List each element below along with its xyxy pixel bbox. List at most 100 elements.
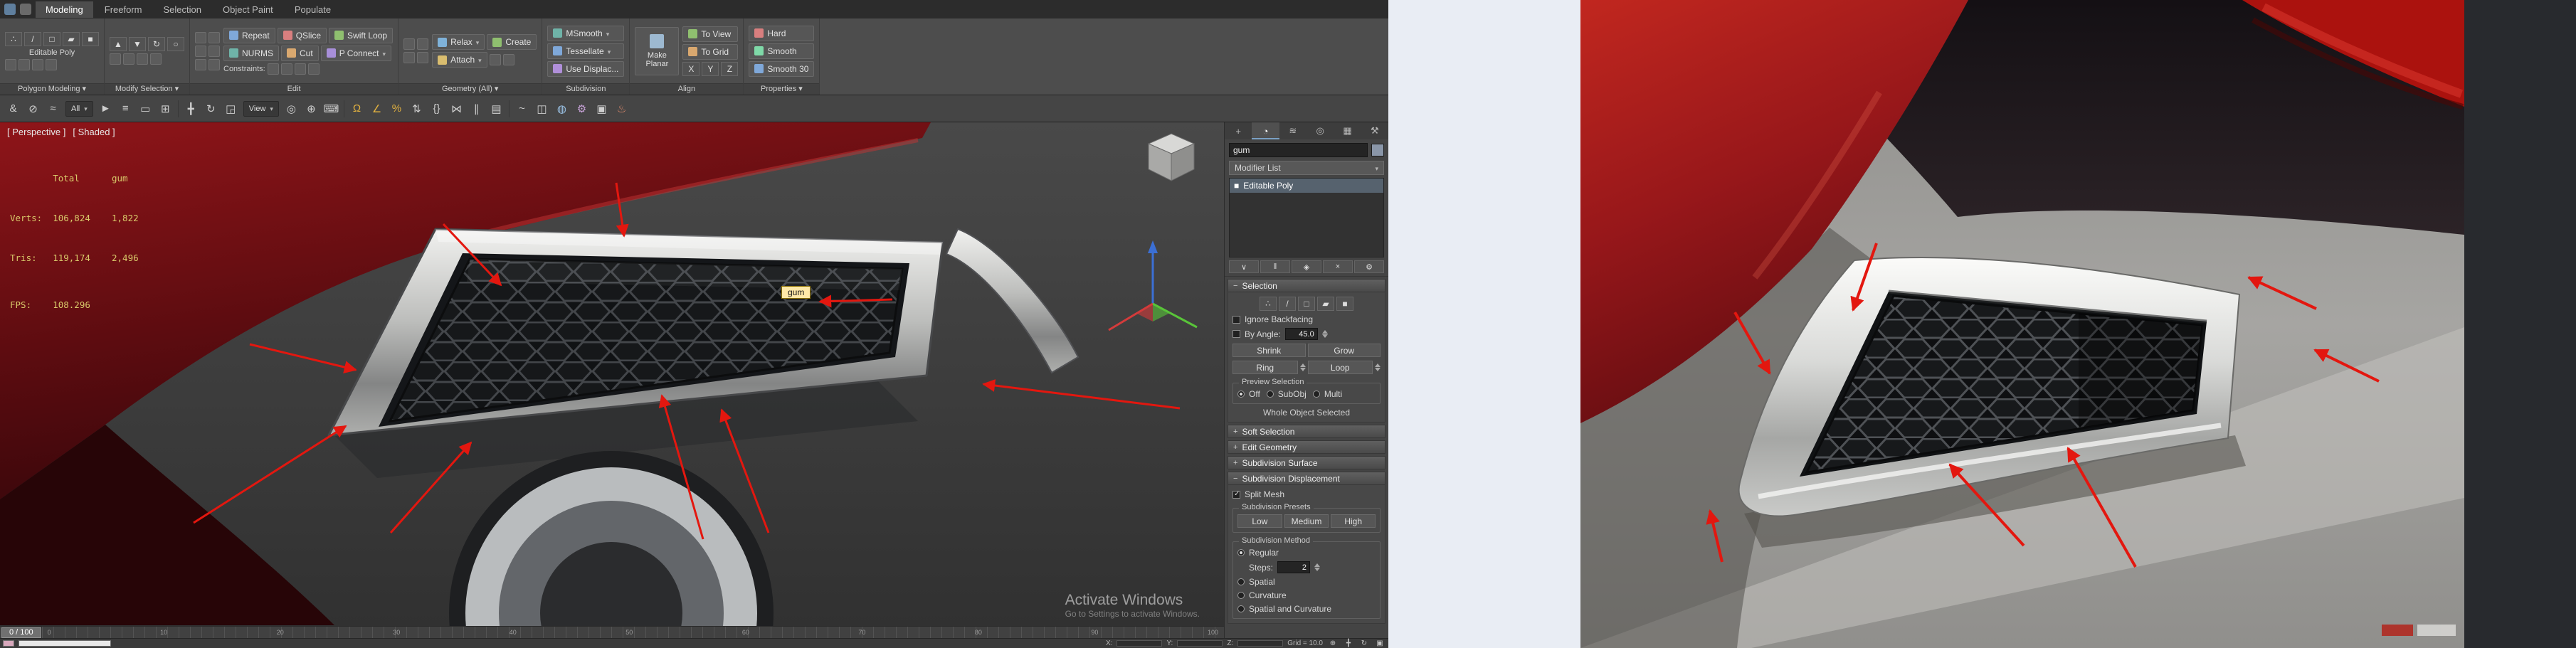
align-y-button[interactable]: Y	[702, 61, 719, 76]
panel-label-polygon-modeling[interactable]: Polygon Modeling ▾	[0, 83, 104, 95]
edit-geometry-rollout-header[interactable]: Edit Geometry	[1228, 440, 1385, 454]
constraint-none-icon[interactable]	[267, 63, 279, 75]
object-name-field[interactable]	[1229, 143, 1368, 157]
mirror-icon[interactable]: ⋈	[447, 99, 466, 118]
mini-icon[interactable]	[195, 58, 206, 70]
modifier-list-dropdown[interactable]: Modifier List	[1229, 161, 1384, 175]
p-connect-button[interactable]: P Connect	[320, 45, 392, 61]
use-pivot-center-icon[interactable]: ◎	[282, 99, 301, 118]
select-and-scale-icon[interactable]: ◲	[221, 99, 241, 118]
named-selection-sets-icon[interactable]: {}	[427, 99, 446, 118]
window-crossing-icon[interactable]: ⊞	[156, 99, 175, 118]
render-production-icon[interactable]: ♨	[612, 99, 631, 118]
hard-edges-button[interactable]: Hard	[749, 25, 815, 41]
render-setup-icon[interactable]: ⚙	[572, 99, 591, 118]
select-and-link-icon[interactable]: &	[4, 99, 23, 118]
tab-utilities[interactable]: ⚒	[1361, 122, 1388, 139]
select-by-name-icon[interactable]: ≡	[116, 99, 135, 118]
repeat-button[interactable]: Repeat	[223, 27, 275, 43]
polygon-mode-icon[interactable]: ▰	[63, 31, 80, 46]
maxscript-mini-listener-input[interactable]	[19, 640, 111, 647]
align-to-view-button[interactable]: To View	[682, 26, 739, 42]
zoom-icon[interactable]: ⊕	[1327, 639, 1339, 648]
mini-icon[interactable]	[150, 53, 162, 65]
smooth-edges-button[interactable]: Smooth	[749, 43, 815, 59]
method-spatial-curvature-radio[interactable]	[1237, 605, 1245, 612]
mini-icon[interactable]	[19, 58, 30, 70]
ribbon-tab-object-paint[interactable]: Object Paint	[213, 1, 283, 18]
modifier-stack-item[interactable]: ■ Editable Poly	[1230, 179, 1383, 193]
spinner-snap-icon[interactable]: ⇅	[407, 99, 426, 118]
soft-selection-rollout-header[interactable]: Soft Selection	[1228, 425, 1385, 438]
selection-filter-dropdown[interactable]: All	[65, 100, 93, 117]
ribbon-tab-populate[interactable]: Populate	[285, 1, 341, 18]
viewport-pov-label[interactable]: [ Perspective ]	[7, 127, 65, 137]
pan-icon[interactable]: ╋	[1343, 639, 1354, 648]
make-unique-button[interactable]: ◈	[1292, 260, 1321, 273]
preset-medium-button[interactable]: Medium	[1284, 514, 1329, 528]
constraint-face-icon[interactable]	[294, 63, 306, 75]
subdivision-surface-rollout-header[interactable]: Subdivision Surface	[1228, 456, 1385, 469]
preview-subobj-radio[interactable]	[1266, 391, 1274, 398]
smooth-30-button[interactable]: Smooth 30	[749, 60, 815, 77]
split-mesh-checkbox[interactable]	[1232, 490, 1240, 499]
cut-button[interactable]: Cut	[281, 45, 319, 61]
msmooth-button[interactable]: MSmooth	[547, 25, 625, 41]
tab-create[interactable]: +	[1225, 122, 1252, 139]
method-curvature-radio[interactable]	[1237, 592, 1245, 599]
panel-label-properties[interactable]: Properties ▾	[744, 83, 820, 95]
select-and-manipulate-icon[interactable]: ⊕	[302, 99, 321, 118]
panel-label-edit[interactable]: Edit	[190, 83, 398, 95]
selection-rollout-header[interactable]: Selection	[1228, 279, 1385, 292]
by-angle-spinner[interactable]	[1321, 330, 1328, 338]
ring-spinner[interactable]	[1299, 363, 1306, 371]
mini-icon[interactable]	[32, 58, 43, 70]
element-mode-icon[interactable]: ■	[82, 31, 99, 46]
polygon-subobject-button[interactable]: ▰	[1317, 297, 1334, 311]
mini-icon[interactable]	[502, 54, 514, 65]
app-menu-icon[interactable]	[4, 4, 16, 15]
mini-icon[interactable]	[208, 45, 220, 57]
modifier-stack[interactable]: ■ Editable Poly	[1229, 178, 1384, 257]
mini-icon[interactable]	[137, 53, 148, 65]
ring-button[interactable]: Ring	[1232, 361, 1298, 374]
time-slider-handle[interactable]: 0 / 100	[1, 627, 41, 638]
loop-button[interactable]: Loop	[1307, 361, 1373, 374]
orbit-icon[interactable]: ↻	[1358, 639, 1370, 648]
remove-modifier-button[interactable]: ×	[1323, 260, 1353, 273]
rendered-frame-window-icon[interactable]: ▣	[592, 99, 611, 118]
bind-to-space-warp-icon[interactable]: ≈	[43, 99, 63, 118]
constraint-edge-icon[interactable]	[280, 63, 292, 75]
shrink-selection-icon[interactable]: ▼	[129, 37, 146, 51]
time-slider-track[interactable]: 0 10 20 30 40 50 60 70 80 90 100	[41, 627, 1224, 638]
mini-icon[interactable]	[195, 45, 206, 57]
make-planar-button[interactable]: Make Planar	[635, 26, 680, 75]
vertex-subobject-button[interactable]: ∴	[1260, 297, 1277, 311]
curve-editor-icon[interactable]: ~	[512, 99, 532, 118]
percent-snap-icon[interactable]: %	[387, 99, 406, 118]
reference-coordinate-system-dropdown[interactable]: View	[243, 100, 279, 117]
layer-explorer-icon[interactable]: ▤	[487, 99, 506, 118]
tessellate-button[interactable]: Tessellate	[547, 43, 625, 59]
mini-icon[interactable]	[417, 38, 429, 50]
steps-value[interactable]: 2	[1277, 561, 1311, 573]
unlink-selection-icon[interactable]: ⊘	[23, 99, 43, 118]
mini-icon[interactable]	[123, 53, 134, 65]
subdivision-displacement-rollout-header[interactable]: Subdivision Displacement	[1228, 472, 1385, 485]
loop-spinner[interactable]	[1375, 363, 1381, 371]
viewport-shading-label[interactable]: [ Shaded ]	[73, 127, 115, 137]
align-z-button[interactable]: Z	[721, 61, 739, 76]
z-coordinate-field[interactable]	[1237, 640, 1284, 647]
show-end-result-button[interactable]: ‖	[1260, 260, 1290, 273]
edge-subobject-button[interactable]: /	[1279, 297, 1296, 311]
method-spatial-radio[interactable]	[1237, 578, 1245, 585]
pin-stack-button[interactable]: ∨	[1229, 260, 1259, 273]
mini-icon[interactable]	[5, 58, 16, 70]
mini-icon[interactable]	[46, 58, 57, 70]
shrink-button[interactable]: Shrink	[1232, 344, 1306, 357]
x-coordinate-field[interactable]	[1117, 640, 1163, 647]
tab-motion[interactable]: ◎	[1307, 122, 1334, 139]
ignore-backfacing-checkbox[interactable]	[1232, 315, 1240, 324]
viewport-label[interactable]: [ Perspective ] [ Shaded ]	[7, 127, 115, 137]
select-object-icon[interactable]: ►	[96, 99, 115, 118]
